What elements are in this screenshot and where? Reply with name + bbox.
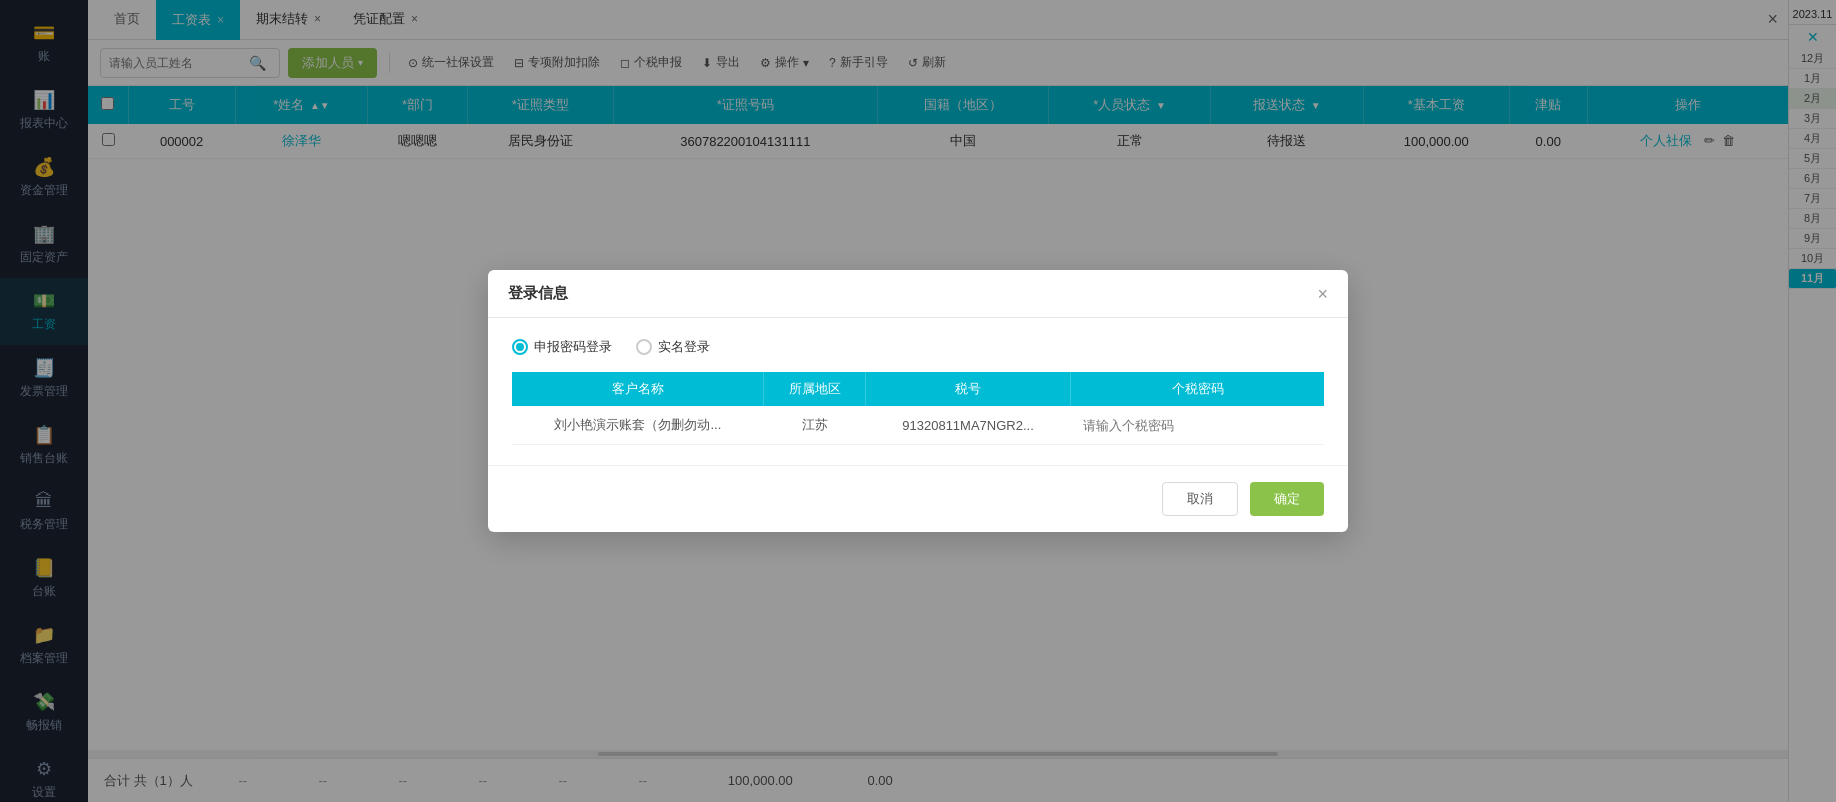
dialog-close-button[interactable]: × (1317, 285, 1328, 303)
client-taxno-cell: 91320811MA7NGR2... (865, 406, 1070, 445)
dialog-footer: 取消 确定 (488, 465, 1348, 532)
cancel-button[interactable]: 取消 (1162, 482, 1238, 516)
client-row: 刘小艳演示账套（勿删勿动... 江苏 91320811MA7NGR2... (512, 406, 1324, 445)
login-type-radio-group: 申报密码登录 实名登录 (512, 338, 1324, 356)
client-password-cell[interactable] (1071, 406, 1324, 445)
dialog-title: 登录信息 (508, 284, 568, 303)
inner-col-name: 客户名称 (512, 372, 764, 406)
client-region-cell: 江苏 (764, 406, 866, 445)
radio-realname-label: 实名登录 (658, 338, 710, 356)
radio-realname-login[interactable]: 实名登录 (636, 338, 710, 356)
dialog-header: 登录信息 × (488, 270, 1348, 318)
client-name-cell: 刘小艳演示账套（勿删勿动... (512, 406, 764, 445)
inner-col-taxno: 税号 (865, 372, 1070, 406)
inner-col-password: 个税密码 (1071, 372, 1324, 406)
login-dialog: 登录信息 × 申报密码登录 实名登录 客户名称 所属 (488, 270, 1348, 532)
tax-password-input[interactable] (1083, 418, 1312, 433)
radio-realname-dot (636, 339, 652, 355)
radio-password-label: 申报密码登录 (534, 338, 612, 356)
client-table: 客户名称 所属地区 税号 个税密码 刘小艳演示账套（勿删勿动... 江苏 913… (512, 372, 1324, 445)
dialog-body: 申报密码登录 实名登录 客户名称 所属地区 税号 个税密码 (488, 318, 1348, 465)
confirm-button[interactable]: 确定 (1250, 482, 1324, 516)
radio-password-dot (512, 339, 528, 355)
dialog-overlay: 登录信息 × 申报密码登录 实名登录 客户名称 所属 (0, 0, 1836, 802)
inner-col-region: 所属地区 (764, 372, 866, 406)
radio-password-login[interactable]: 申报密码登录 (512, 338, 612, 356)
